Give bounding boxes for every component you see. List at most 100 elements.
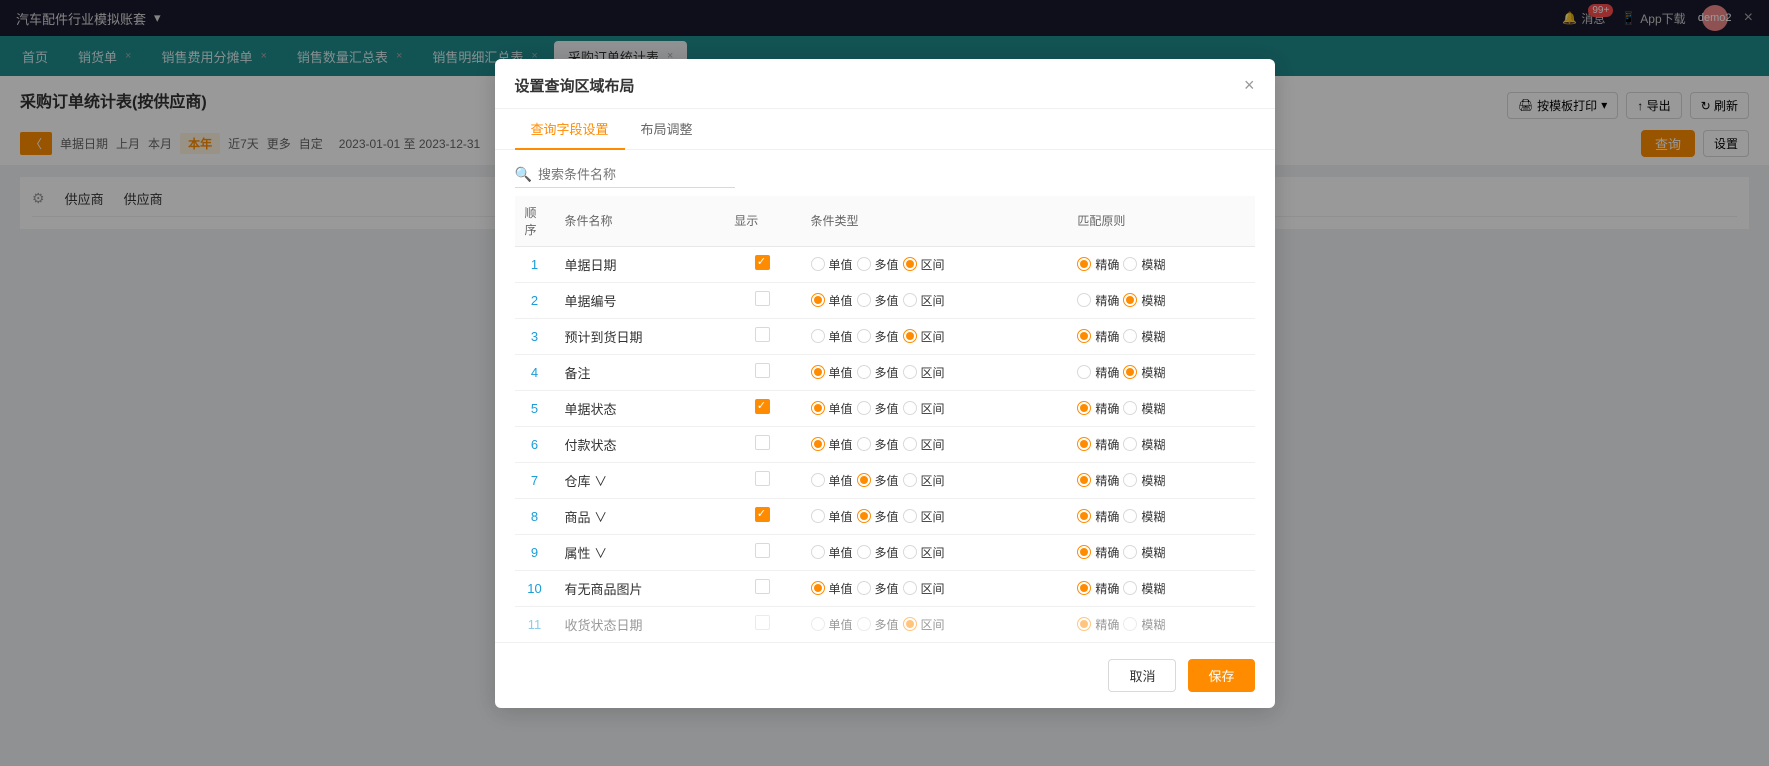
display-checkbox[interactable] [755,615,770,630]
type-range-radio[interactable] [903,509,917,523]
match-exact-radio[interactable] [1077,509,1091,523]
display-checkbox[interactable] [755,507,770,522]
type-multi-label: 多值 [875,508,899,525]
match-exact-radio[interactable] [1077,293,1091,307]
display-checkbox[interactable] [755,399,770,414]
row-display-cell [724,246,800,282]
match-exact-radio[interactable] [1077,473,1091,487]
row-order: 9 [515,534,555,570]
display-checkbox[interactable] [755,435,770,450]
match-exact-label: 精确 [1095,292,1119,309]
type-multi-radio[interactable] [857,437,871,451]
type-single-radio[interactable] [811,509,825,523]
row-condition-name: 收货状态日期 [555,606,725,642]
match-fuzzy-radio[interactable] [1123,617,1137,631]
table-row: 9属性 ∨ 单值多值区间 精确 模糊 [515,534,1255,570]
type-multi-radio[interactable] [857,545,871,559]
display-checkbox[interactable] [755,579,770,594]
type-multi-radio[interactable] [857,473,871,487]
type-single-radio[interactable] [811,257,825,271]
cancel-button[interactable]: 取消 [1108,659,1176,692]
match-fuzzy-radio[interactable] [1123,365,1137,379]
match-exact-radio[interactable] [1077,329,1091,343]
match-exact-radio[interactable] [1077,617,1091,631]
type-single-radio[interactable] [811,401,825,415]
match-fuzzy-label: 模糊 [1141,508,1165,525]
match-exact-label: 精确 [1095,544,1119,561]
row-match-cell: 精确模糊 [1067,282,1254,318]
type-single-radio[interactable] [811,365,825,379]
search-box: 🔍 [515,162,735,188]
type-range-label: 区间 [921,256,945,273]
type-single-radio[interactable] [811,473,825,487]
type-single-radio[interactable] [811,329,825,343]
modal-close-button[interactable]: × [1244,75,1255,96]
row-match-cell: 精确模糊 [1067,318,1254,354]
match-fuzzy-radio[interactable] [1123,329,1137,343]
type-range-radio[interactable] [903,545,917,559]
type-range-radio[interactable] [903,581,917,595]
type-single-radio[interactable] [811,545,825,559]
match-exact-radio[interactable] [1077,365,1091,379]
match-fuzzy-radio[interactable] [1123,437,1137,451]
type-multi-radio[interactable] [857,293,871,307]
display-checkbox[interactable] [755,471,770,486]
match-exact-radio[interactable] [1077,437,1091,451]
type-multi-label: 多值 [875,472,899,489]
row-condition-name: 属性 ∨ [555,534,725,570]
type-range-radio[interactable] [903,365,917,379]
row-match-cell: 精确模糊 [1067,354,1254,390]
row-type-cell: 单值多值区间 [801,318,1068,354]
type-range-radio[interactable] [903,257,917,271]
row-type-cell: 单值多值区间 [801,246,1068,282]
match-fuzzy-radio[interactable] [1123,581,1137,595]
save-button[interactable]: 保存 [1188,659,1254,692]
match-fuzzy-radio[interactable] [1123,293,1137,307]
match-fuzzy-radio[interactable] [1123,257,1137,271]
type-range-radio[interactable] [903,473,917,487]
type-single-radio[interactable] [811,293,825,307]
type-range-label: 区间 [921,328,945,345]
modal-tab-layout[interactable]: 布局调整 [625,109,709,150]
type-single-radio[interactable] [811,617,825,631]
row-order: 5 [515,390,555,426]
match-exact-label: 精确 [1095,256,1119,273]
match-exact-radio[interactable] [1077,581,1091,595]
type-single-radio[interactable] [811,581,825,595]
type-multi-radio[interactable] [857,365,871,379]
type-multi-radio[interactable] [857,401,871,415]
type-range-label: 区间 [921,472,945,489]
match-exact-radio[interactable] [1077,401,1091,415]
type-multi-radio[interactable] [857,509,871,523]
match-fuzzy-radio[interactable] [1123,473,1137,487]
match-fuzzy-radio[interactable] [1123,509,1137,523]
row-type-cell: 单值多值区间 [801,534,1068,570]
modal-tab-query[interactable]: 查询字段设置 [515,109,625,150]
type-single-radio[interactable] [811,437,825,451]
match-exact-label: 精确 [1095,616,1119,633]
match-exact-radio[interactable] [1077,257,1091,271]
type-multi-radio[interactable] [857,329,871,343]
match-fuzzy-label: 模糊 [1141,544,1165,561]
search-input[interactable] [538,167,718,182]
type-range-radio[interactable] [903,293,917,307]
match-fuzzy-radio[interactable] [1123,401,1137,415]
match-exact-radio[interactable] [1077,545,1091,559]
type-multi-radio[interactable] [857,257,871,271]
col-type-header: 条件类型 [801,196,1068,247]
match-fuzzy-radio[interactable] [1123,545,1137,559]
display-checkbox[interactable] [755,291,770,306]
table-row: 5单据状态单值多值区间精确模糊 [515,390,1255,426]
type-range-radio[interactable] [903,329,917,343]
type-multi-radio[interactable] [857,581,871,595]
display-checkbox[interactable] [755,363,770,378]
row-display-cell [724,390,800,426]
type-range-radio[interactable] [903,617,917,631]
table-row: 8商品 ∨单值多值区间精确模糊 [515,498,1255,534]
type-range-radio[interactable] [903,401,917,415]
display-checkbox[interactable] [755,543,770,558]
display-checkbox[interactable] [755,255,770,270]
type-range-radio[interactable] [903,437,917,451]
display-checkbox[interactable] [755,327,770,342]
type-multi-radio[interactable] [857,617,871,631]
